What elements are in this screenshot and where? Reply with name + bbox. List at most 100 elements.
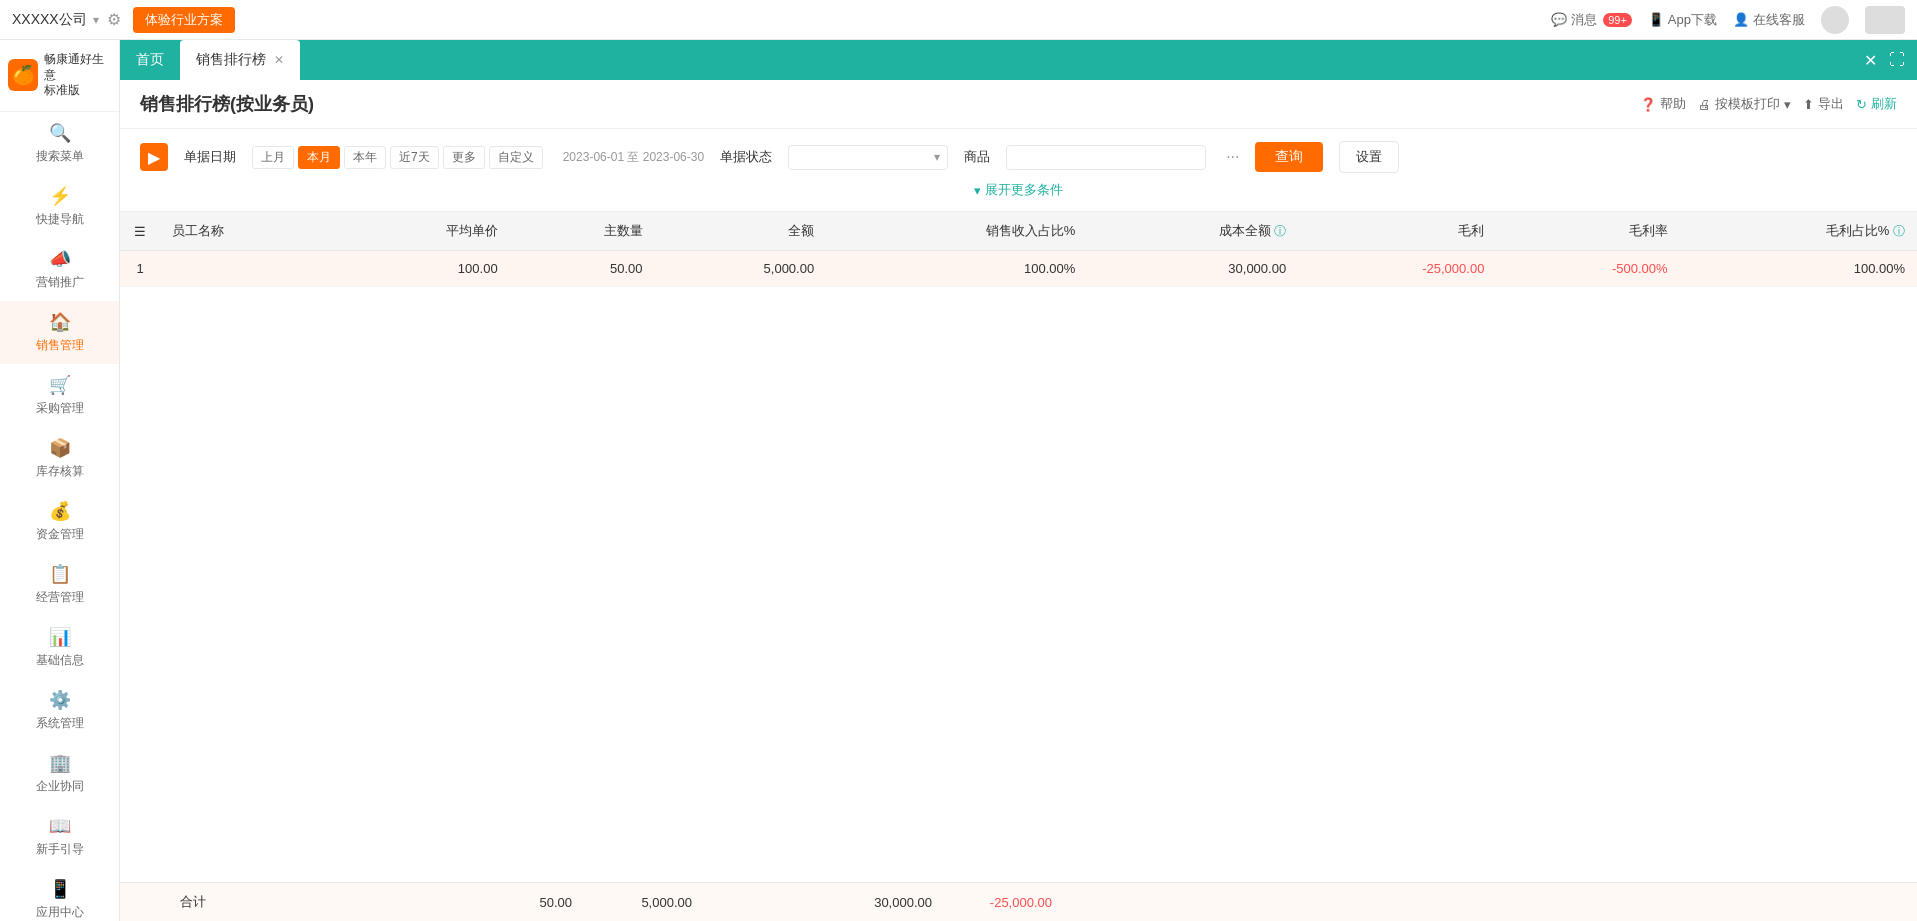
sidebar-item-app-center[interactable]: 📱 应用中心 <box>0 868 119 921</box>
tab-minimize-icon[interactable]: ✕ <box>1864 51 1877 70</box>
date-btn-this-month[interactable]: 本月 <box>298 146 340 169</box>
goods-input[interactable] <box>1006 145 1206 170</box>
cell-rank: 1 <box>120 251 160 287</box>
cell-cost: 30,000.00 <box>1087 251 1298 287</box>
sales-icon: 🏠 <box>49 311 71 333</box>
export-button[interactable]: ⬆ 导出 <box>1803 95 1844 113</box>
data-table: ☰ 员工名称 平均单价 主数量 全额 销售收入占比% 成本全额 ⓘ 毛利 毛利率… <box>120 212 1917 287</box>
cell-profit: -25,000.00 <box>1298 251 1496 287</box>
trial-button[interactable]: 体验行业方案 <box>133 7 235 33</box>
date-btn-7days[interactable]: 近7天 <box>390 146 439 169</box>
tab-expand-icon[interactable]: ⛶ <box>1889 51 1905 69</box>
expand-more-button[interactable]: ▾ 展开更多条件 <box>140 181 1897 199</box>
status-select[interactable] <box>788 145 948 170</box>
enterprise-icon: 🏢 <box>49 752 71 774</box>
table-container: ☰ 员工名称 平均单价 主数量 全额 销售收入占比% 成本全额 ⓘ 毛利 毛利率… <box>120 212 1917 882</box>
page-content: 销售排行榜(按业务员) ❓ 帮助 🖨 按模板打印 ▾ ⬆ 导出 <box>120 80 1917 921</box>
logo-text: 畅康通好生意标准版 <box>44 52 111 99</box>
app-download-label: App下载 <box>1668 11 1717 29</box>
user-name-placeholder <box>1865 6 1905 34</box>
support-icon: 👤 <box>1733 12 1749 27</box>
tab-sales-ranking[interactable]: 销售排行榜 ✕ <box>180 40 300 80</box>
footer-profit: -25,000.00 <box>932 895 1052 910</box>
app-center-icon: 📱 <box>49 878 71 900</box>
refresh-button[interactable]: ↻ 刷新 <box>1856 95 1897 113</box>
sidebar-item-purchase[interactable]: 🛒 采购管理 <box>0 364 119 427</box>
sidebar-item-basic-info[interactable]: 📊 基础信息 <box>0 616 119 679</box>
date-range: 2023-06-01 至 2023-06-30 <box>563 149 704 166</box>
cell-amount: 5,000.00 <box>655 251 827 287</box>
setting-button[interactable]: 设置 <box>1339 141 1399 173</box>
system-icon: ⚙️ <box>49 689 71 711</box>
table-header-row: ☰ 员工名称 平均单价 主数量 全额 销售收入占比% 成本全额 ⓘ 毛利 毛利率… <box>120 212 1917 251</box>
col-header-cost: 成本全额 ⓘ <box>1087 212 1298 251</box>
goods-label: 商品 <box>964 148 990 166</box>
online-support-button[interactable]: 👤 在线客服 <box>1733 11 1805 29</box>
col-header-name: 员工名称 <box>160 212 335 251</box>
sidebar-item-system[interactable]: ⚙️ 系统管理 <box>0 679 119 742</box>
header-right: 💬 消息 99+ 📱 App下载 👤 在线客服 <box>1551 6 1905 34</box>
filter-expand-arrow[interactable]: ▶ <box>140 143 168 171</box>
footer-total-label: 合计 <box>172 893 352 911</box>
sidebar-item-quick-nav[interactable]: ⚡ 快捷导航 <box>0 175 119 238</box>
col-header-avg-price: 平均单价 <box>335 212 510 251</box>
sidebar-item-search-order[interactable]: 🔍 搜索菜单 <box>0 112 119 175</box>
tab-home[interactable]: 首页 <box>120 40 180 80</box>
settings-icon[interactable]: ⚙ <box>107 10 121 29</box>
chevron-down-icon: ▾ <box>93 13 99 27</box>
operations-icon: 📋 <box>49 563 71 585</box>
sidebar-item-guide[interactable]: 📖 新手引导 <box>0 805 119 868</box>
cell-avg-price: 100.00 <box>335 251 510 287</box>
date-btn-last-month[interactable]: 上月 <box>252 146 294 169</box>
col-header-profit-rate: 毛利率 <box>1496 212 1679 251</box>
date-btn-this-year[interactable]: 本年 <box>344 146 386 169</box>
footer-amount: 5,000.00 <box>572 895 692 910</box>
print-dropdown-icon: ▾ <box>1784 97 1791 112</box>
date-quick-buttons: 上月 本月 本年 近7天 更多 自定义 <box>252 146 543 169</box>
date-btn-more[interactable]: 更多 <box>443 146 485 169</box>
help-button[interactable]: ❓ 帮助 <box>1640 95 1686 113</box>
page-header: 销售排行榜(按业务员) ❓ 帮助 🖨 按模板打印 ▾ ⬆ 导出 <box>120 80 1917 129</box>
tab-close-icon[interactable]: ✕ <box>274 53 284 67</box>
main-layout: 🍊 畅康通好生意标准版 🔍 搜索菜单 ⚡ 快捷导航 📣 营销推广 🏠 销售管理 … <box>0 40 1917 921</box>
page-actions: ❓ 帮助 🖨 按模板打印 ▾ ⬆ 导出 ↻ 刷新 <box>1640 95 1897 113</box>
sidebar-item-label: 系统管理 <box>36 715 84 732</box>
cell-profit-rate: -500.00% <box>1496 251 1679 287</box>
table-row: 1 100.00 50.00 5,000.00 100.00% 30,000.0… <box>120 251 1917 287</box>
marketing-icon: 📣 <box>49 248 71 270</box>
avatar[interactable] <box>1821 6 1849 34</box>
sidebar-item-enterprise[interactable]: 🏢 企业协同 <box>0 742 119 805</box>
sidebar-item-label: 经营管理 <box>36 589 84 606</box>
date-btn-custom[interactable]: 自定义 <box>489 146 543 169</box>
content-area: 首页 销售排行榜 ✕ ✕ ⛶ 销售排行榜(按业务员) ❓ 帮助 <box>120 40 1917 921</box>
expand-more-icon: ▾ <box>974 183 981 198</box>
sidebar-item-operations[interactable]: 📋 经营管理 <box>0 553 119 616</box>
col-header-main-qty: 主数量 <box>510 212 655 251</box>
tab-home-label: 首页 <box>136 51 164 69</box>
message-button[interactable]: 💬 消息 99+ <box>1551 11 1632 29</box>
status-select-wrap <box>788 145 948 170</box>
help-icon: ❓ <box>1640 97 1656 112</box>
sidebar-item-label: 采购管理 <box>36 400 84 417</box>
sidebar-item-label: 基础信息 <box>36 652 84 669</box>
print-button[interactable]: 🖨 按模板打印 ▾ <box>1698 95 1791 113</box>
query-button[interactable]: 查询 <box>1255 142 1323 172</box>
footer-values: 50.00 5,000.00 30,000.00 -25,000.00 <box>352 895 1905 910</box>
sidebar-item-marketing[interactable]: 📣 营销推广 <box>0 238 119 301</box>
finance-icon: 💰 <box>49 500 71 522</box>
sidebar-item-label: 搜索菜单 <box>36 148 84 165</box>
cell-main-qty: 50.00 <box>510 251 655 287</box>
more-filters-icon[interactable]: ··· <box>1226 148 1239 166</box>
col-header-settings[interactable]: ☰ <box>120 212 160 251</box>
page-title: 销售排行榜(按业务员) <box>140 92 314 116</box>
company-selector[interactable]: XXXXX公司 ▾ <box>12 11 99 29</box>
sidebar-item-inventory[interactable]: 📦 库存核算 <box>0 427 119 490</box>
app-download-button[interactable]: 📱 App下载 <box>1648 11 1717 29</box>
message-icon: 💬 <box>1551 12 1567 27</box>
sidebar-item-finance[interactable]: 💰 资金管理 <box>0 490 119 553</box>
sidebar-item-sales[interactable]: 🏠 销售管理 <box>0 301 119 364</box>
export-label: 导出 <box>1818 95 1844 113</box>
basic-info-icon: 📊 <box>49 626 71 648</box>
sidebar-item-label: 销售管理 <box>36 337 84 354</box>
sidebar-item-label: 资金管理 <box>36 526 84 543</box>
